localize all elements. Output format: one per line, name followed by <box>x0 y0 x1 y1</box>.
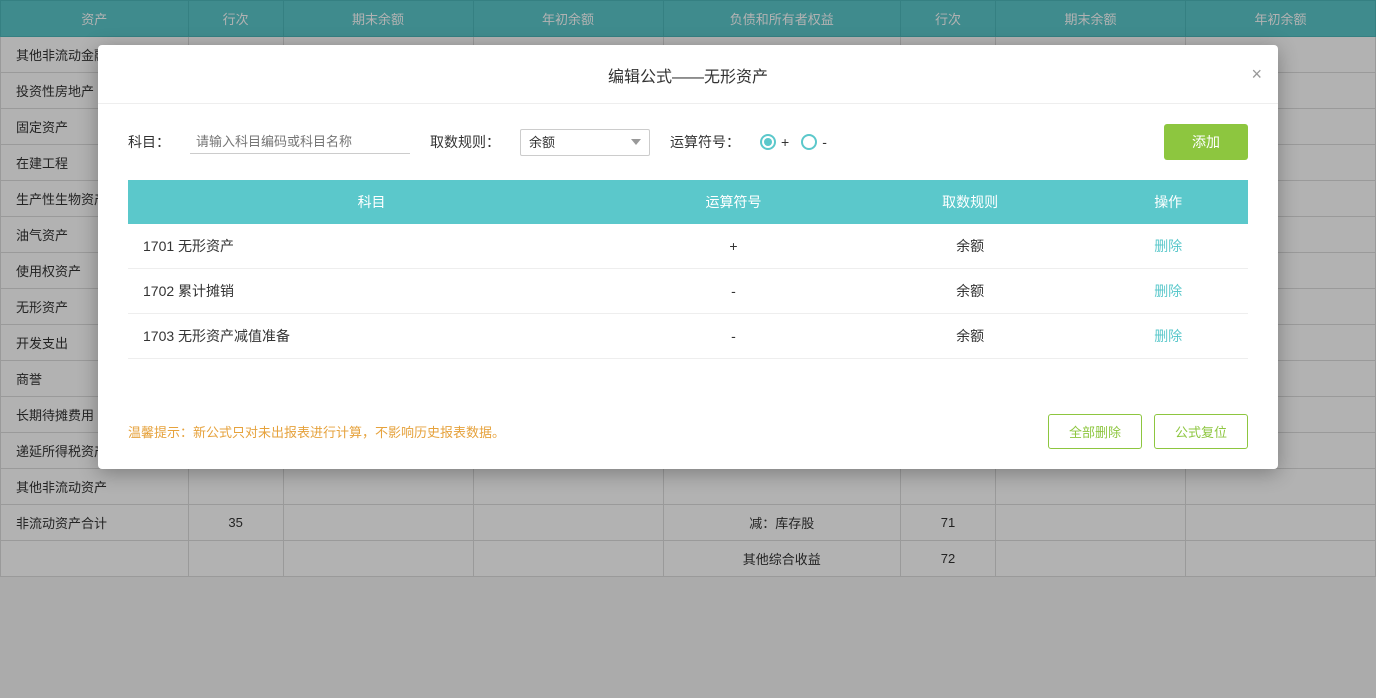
delete-all-button[interactable]: 全部删除 <box>1048 414 1142 449</box>
radio-minus-icon <box>801 134 817 150</box>
footer-buttons: 全部删除 公式复位 <box>1048 414 1248 449</box>
formula-cell-subject: 1702 累计摊销 <box>128 269 615 314</box>
formula-cell-operator: - <box>615 314 852 359</box>
radio-plus[interactable]: + <box>760 134 789 150</box>
add-button[interactable]: 添加 <box>1164 124 1248 160</box>
modal-dialog: 编辑公式——无形资产 × 科目： 取数规则： 余额借方发生额贷方发生额借方累计发… <box>98 45 1278 469</box>
formula-cell-action: 删除 <box>1088 269 1248 314</box>
table-header-row: 科目 运算符号 取数规则 操作 <box>128 180 1248 224</box>
formula-cell-operator: + <box>615 224 852 269</box>
th-rule: 取数规则 <box>852 180 1089 224</box>
radio-plus-label: + <box>781 134 789 150</box>
modal-overlay: 编辑公式——无形资产 × 科目： 取数规则： 余额借方发生额贷方发生额借方累计发… <box>0 0 1376 698</box>
th-operator: 运算符号 <box>615 180 852 224</box>
delete-link[interactable]: 删除 <box>1154 283 1182 299</box>
formula-table: 科目 运算符号 取数规则 操作 1701 无形资产 + 余额 删除 1702 累… <box>128 180 1248 359</box>
operator-label: 运算符号： <box>670 132 740 152</box>
operator-group: + - <box>760 134 827 150</box>
formula-row: 1701 无形资产 + 余额 删除 <box>128 224 1248 269</box>
modal-body: 科目： 取数规则： 余额借方发生额贷方发生额借方累计发生额贷方累计发生额 运算符… <box>98 104 1278 399</box>
formula-cell-operator: - <box>615 269 852 314</box>
form-row: 科目： 取数规则： 余额借方发生额贷方发生额借方累计发生额贷方累计发生额 运算符… <box>128 124 1248 160</box>
rule-label: 取数规则： <box>430 132 500 152</box>
subject-label: 科目： <box>128 132 170 152</box>
radio-plus-icon <box>760 134 776 150</box>
subject-input[interactable] <box>190 130 410 154</box>
formula-cell-subject: 1703 无形资产减值准备 <box>128 314 615 359</box>
formula-cell-rule: 余额 <box>852 314 1089 359</box>
delete-link[interactable]: 删除 <box>1154 238 1182 254</box>
reset-button[interactable]: 公式复位 <box>1154 414 1248 449</box>
modal-footer: 温馨提示：新公式只对未出报表进行计算，不影响历史报表数据。 全部删除 公式复位 <box>98 399 1278 469</box>
formula-cell-subject: 1701 无形资产 <box>128 224 615 269</box>
formula-cell-action: 删除 <box>1088 224 1248 269</box>
modal-close-button[interactable]: × <box>1251 65 1262 83</box>
radio-minus-label: - <box>822 134 827 150</box>
formula-cell-rule: 余额 <box>852 224 1089 269</box>
th-action: 操作 <box>1088 180 1248 224</box>
formula-row: 1703 无形资产减值准备 - 余额 删除 <box>128 314 1248 359</box>
modal-title: 编辑公式——无形资产 <box>608 69 768 86</box>
radio-minus[interactable]: - <box>801 134 827 150</box>
modal-header: 编辑公式——无形资产 × <box>98 45 1278 104</box>
formula-cell-rule: 余额 <box>852 269 1089 314</box>
rule-select[interactable]: 余额借方发生额贷方发生额借方累计发生额贷方累计发生额 <box>520 129 650 156</box>
th-subject: 科目 <box>128 180 615 224</box>
formula-cell-action: 删除 <box>1088 314 1248 359</box>
delete-link[interactable]: 删除 <box>1154 328 1182 344</box>
hint-text: 温馨提示：新公式只对未出报表进行计算，不影响历史报表数据。 <box>128 422 505 441</box>
formula-row: 1702 累计摊销 - 余额 删除 <box>128 269 1248 314</box>
